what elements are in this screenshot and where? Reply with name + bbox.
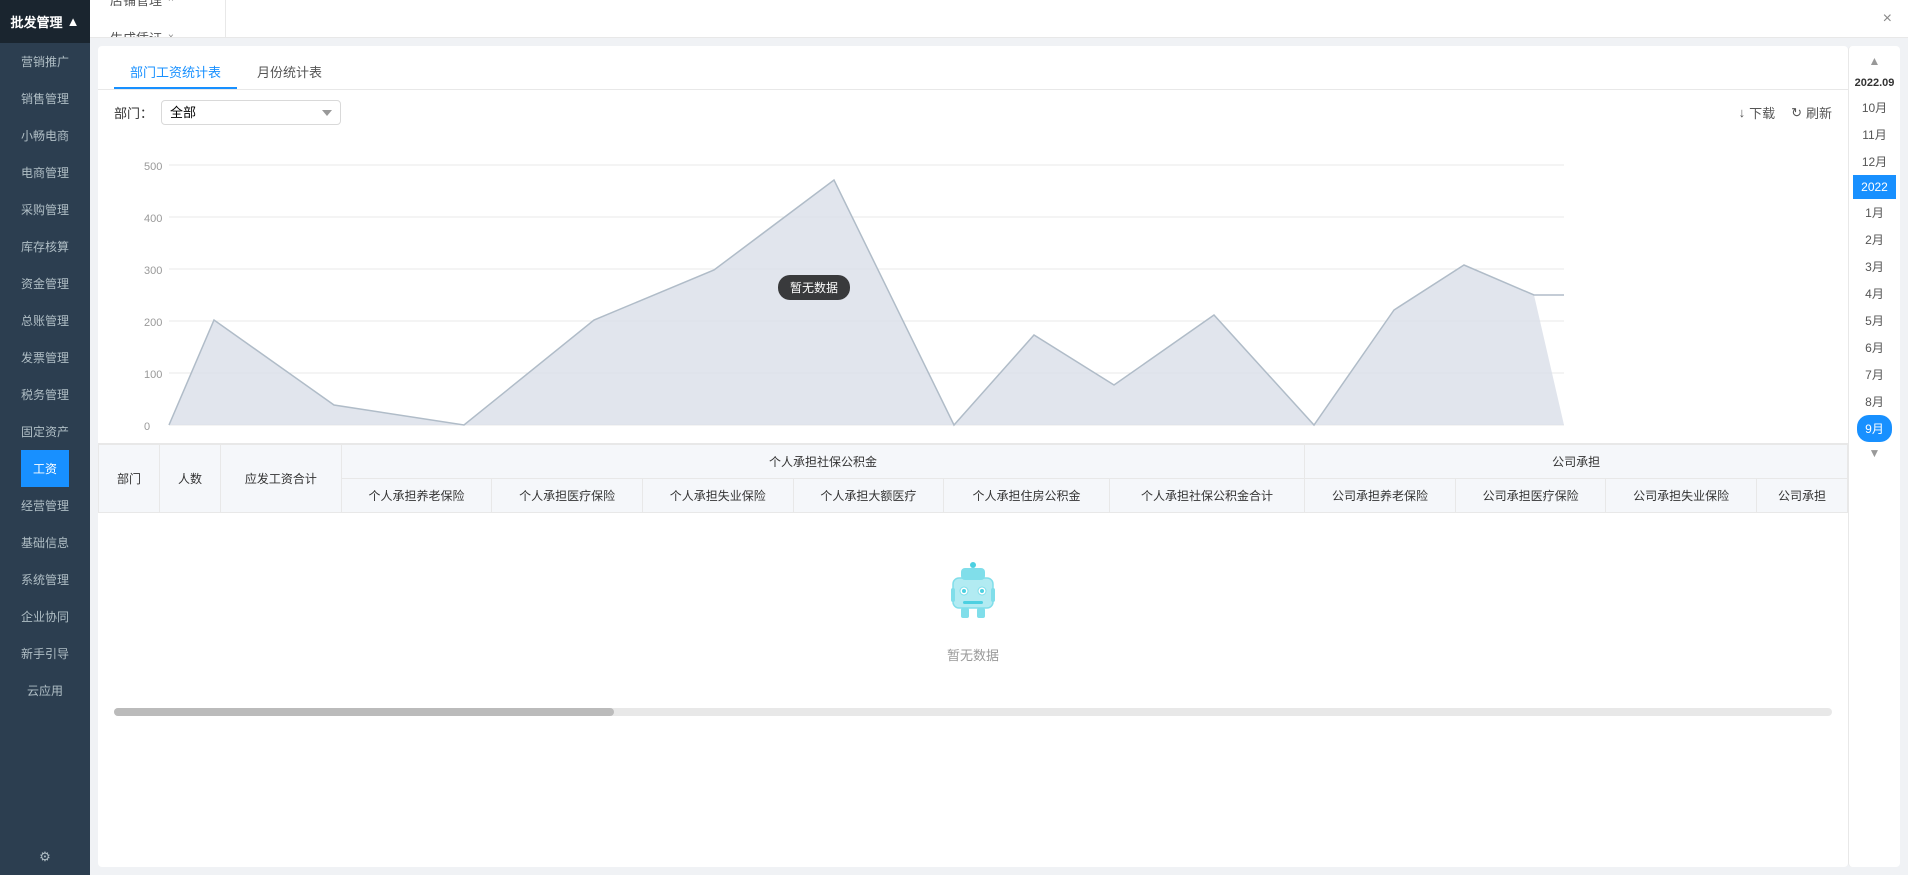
date-month-active[interactable]: 9月 xyxy=(1857,415,1893,442)
refresh-icon: ↻ xyxy=(1791,105,1802,121)
empty-robot-icon xyxy=(933,553,1013,633)
data-table: 部门 人数 应发工资合计 个人承担社保公积金 公司承担 个人承担养老保险 个人承… xyxy=(98,444,1848,513)
sidebar-item-营销推广[interactable]: 营销推广 xyxy=(21,43,69,80)
horizontal-scrollbar[interactable] xyxy=(114,708,1832,716)
dept-label: 部门： xyxy=(114,103,153,122)
chart-area: 0 100 200 300 400 500 xyxy=(98,135,1848,435)
tab-bar: 首页门店商品目录×销售单×店铺管理×生成凭证×应收应付调整单×工资表×工资统计报… xyxy=(90,0,1908,38)
sidebar-item-总账管理[interactable]: 总账管理 xyxy=(21,302,69,339)
dept-select[interactable]: 全部 xyxy=(161,100,341,125)
table-container[interactable]: 部门 人数 应发工资合计 个人承担社保公积金 公司承担 个人承担养老保险 个人承… xyxy=(98,443,1848,867)
svg-text:200: 200 xyxy=(144,317,162,329)
sidebar-title: 批发管理 xyxy=(11,12,63,31)
refresh-button[interactable]: ↻ 刷新 xyxy=(1791,103,1832,122)
toolbar: 部门： 全部 ↓ 下载 ↻ 刷新 xyxy=(98,90,1848,135)
col-personal-total: 个人承担社保公积金合计 xyxy=(1109,479,1304,513)
sidebar-item-工资[interactable]: 工资 xyxy=(21,450,69,487)
date-panel: ▲ 2022.0910月11月12月20221月2月3月4月5月6月7月8月9月… xyxy=(1848,46,1900,867)
sidebar-header[interactable]: 批发管理 ▲ xyxy=(0,0,90,43)
col-personal-medical: 个人承担医疗保险 xyxy=(492,479,643,513)
scrollbar-thumb[interactable] xyxy=(114,708,614,716)
sidebar-item-销售管理[interactable]: 销售管理 xyxy=(21,80,69,117)
tab-label: 店铺管理 xyxy=(110,0,162,9)
col-company-pension: 公司承担养老保险 xyxy=(1305,479,1456,513)
sidebar-chevron-icon: ▲ xyxy=(67,14,80,29)
svg-text:0: 0 xyxy=(144,421,150,433)
settings-button[interactable]: ⚙ xyxy=(0,839,90,875)
sidebar-item-电商管理[interactable]: 电商管理 xyxy=(21,154,69,191)
date-item-6月[interactable]: 6月 xyxy=(1853,334,1897,361)
empty-text: 暂无数据 xyxy=(947,645,999,664)
tab-close-icon[interactable]: × xyxy=(168,0,174,5)
sub-tabs: 部门工资统计表 月份统计表 xyxy=(98,46,1848,90)
date-item-3月[interactable]: 3月 xyxy=(1853,253,1897,280)
svg-text:500: 500 xyxy=(144,161,162,173)
refresh-label: 刷新 xyxy=(1806,103,1832,122)
sidebar-items: 营销推广销售管理小畅电商电商管理采购管理库存核算资金管理总账管理发票管理税务管理… xyxy=(21,43,69,709)
sidebar-item-新手引导[interactable]: 新手引导 xyxy=(21,635,69,672)
col-dept: 部门 xyxy=(99,445,160,513)
col-personal-housing-fund: 个人承担住房公积金 xyxy=(944,479,1110,513)
date-item-4月[interactable]: 4月 xyxy=(1853,280,1897,307)
empty-state: 暂无数据 xyxy=(98,513,1848,704)
toolbar-right: ↓ 下载 ↻ 刷新 xyxy=(1739,103,1832,122)
sidebar-item-经营管理[interactable]: 经营管理 xyxy=(21,487,69,524)
tab-items: 首页门店商品目录×销售单×店铺管理×生成凭证×应收应付调整单×工资表×工资统计报… xyxy=(98,0,226,38)
svg-text:300: 300 xyxy=(144,265,162,277)
date-year-active[interactable]: 2022 xyxy=(1853,175,1897,199)
main-area: 首页门店商品目录×销售单×店铺管理×生成凭证×应收应付调整单×工资表×工资统计报… xyxy=(90,0,1908,875)
sidebar-item-税务管理[interactable]: 税务管理 xyxy=(21,376,69,413)
col-group-company: 公司承担 xyxy=(1305,445,1848,479)
download-label: 下载 xyxy=(1749,103,1775,122)
tab-店铺管理[interactable]: 店铺管理 × xyxy=(98,0,226,19)
date-item-8月[interactable]: 8月 xyxy=(1853,388,1897,415)
col-company-medical: 公司承担医疗保险 xyxy=(1455,479,1606,513)
date-nav-up[interactable]: ▲ xyxy=(1849,50,1900,72)
sidebar-item-采购管理[interactable]: 采购管理 xyxy=(21,191,69,228)
tab-bar-close[interactable]: × xyxy=(1875,10,1900,28)
page-body: 部门工资统计表 月份统计表 部门： 全部 ↓ 下载 ↻ xyxy=(98,46,1848,867)
download-button[interactable]: ↓ 下载 xyxy=(1739,103,1776,122)
sidebar-item-云应用[interactable]: 云应用 xyxy=(21,672,69,709)
content-area: 部门工资统计表 月份统计表 部门： 全部 ↓ 下载 ↻ xyxy=(90,38,1908,875)
col-company-unemployment: 公司承担失业保险 xyxy=(1606,479,1757,513)
sidebar-item-基础信息[interactable]: 基础信息 xyxy=(21,524,69,561)
date-nav-down[interactable]: ▼ xyxy=(1849,442,1900,464)
col-group-personal: 个人承担社保公积金 xyxy=(341,445,1304,479)
date-item-2月[interactable]: 2月 xyxy=(1853,226,1897,253)
svg-text:400: 400 xyxy=(144,213,162,225)
sidebar-item-固定资产[interactable]: 固定资产 xyxy=(21,413,69,450)
date-item-5月[interactable]: 5月 xyxy=(1853,307,1897,334)
date-item-12月[interactable]: 12月 xyxy=(1853,148,1897,175)
sidebar-item-库存核算[interactable]: 库存核算 xyxy=(21,228,69,265)
col-wage-total: 应发工资合计 xyxy=(221,445,342,513)
date-item-10月[interactable]: 10月 xyxy=(1853,94,1897,121)
sidebar-item-发票管理[interactable]: 发票管理 xyxy=(21,339,69,376)
sidebar-item-系统管理[interactable]: 系统管理 xyxy=(21,561,69,598)
col-count: 人数 xyxy=(160,445,221,513)
col-personal-pension: 个人承担养老保险 xyxy=(341,479,492,513)
dept-filter: 部门： 全部 xyxy=(114,100,341,125)
date-item-1月[interactable]: 1月 xyxy=(1853,199,1897,226)
sidebar-item-小畅电商[interactable]: 小畅电商 xyxy=(21,117,69,154)
close-all-icon: × xyxy=(1883,10,1892,28)
tab-month-stats[interactable]: 月份统计表 xyxy=(241,56,338,89)
date-items: 2022.0910月11月12月20221月2月3月4月5月6月7月8月9月 xyxy=(1853,72,1897,442)
tab-dept-stats[interactable]: 部门工资统计表 xyxy=(114,56,237,89)
col-company-other: 公司承担 xyxy=(1756,479,1847,513)
download-icon: ↓ xyxy=(1739,105,1746,120)
date-header[interactable]: 2022.09 xyxy=(1853,72,1897,94)
sidebar: 批发管理 ▲ 营销推广销售管理小畅电商电商管理采购管理库存核算资金管理总账管理发… xyxy=(0,0,90,875)
sidebar-item-企业协同[interactable]: 企业协同 xyxy=(21,598,69,635)
col-personal-unemployment: 个人承担失业保险 xyxy=(642,479,793,513)
tab-label: 生成凭证 xyxy=(110,28,162,38)
col-personal-major-medical: 个人承担大额医疗 xyxy=(793,479,944,513)
date-item-11月[interactable]: 11月 xyxy=(1853,121,1897,148)
svg-text:100: 100 xyxy=(144,369,162,381)
sidebar-item-资金管理[interactable]: 资金管理 xyxy=(21,265,69,302)
chart-svg: 0 100 200 300 400 500 xyxy=(114,135,1832,435)
tab-生成凭证[interactable]: 生成凭证× xyxy=(98,19,226,39)
date-item-7月[interactable]: 7月 xyxy=(1853,361,1897,388)
settings-icon: ⚙ xyxy=(39,849,51,864)
